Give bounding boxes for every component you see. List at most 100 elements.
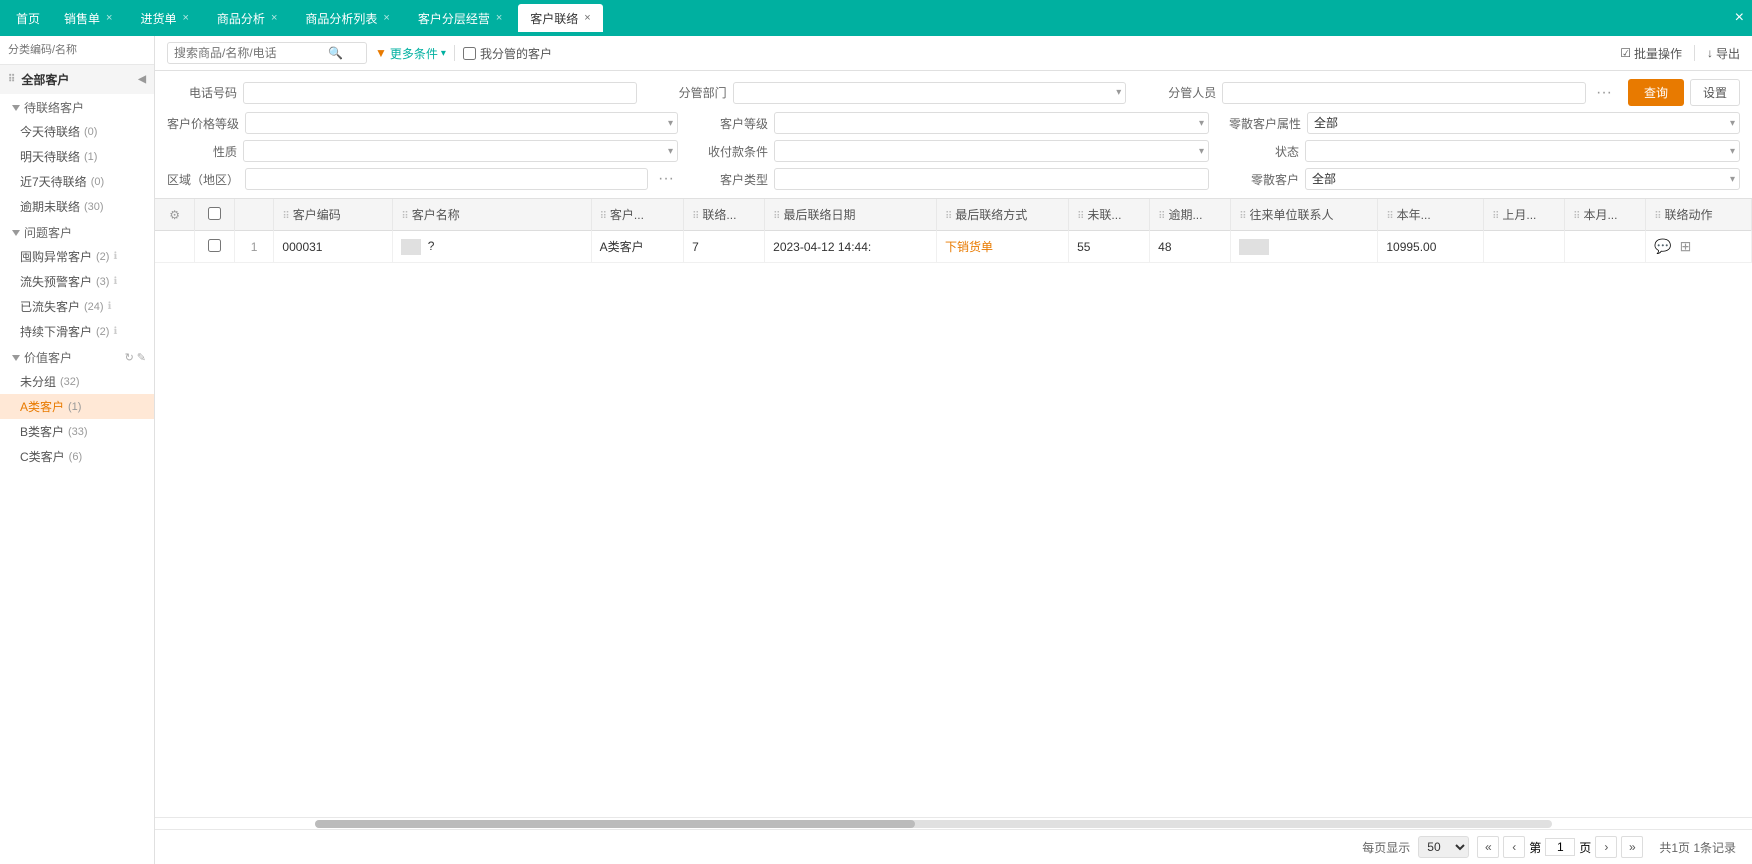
nav-tab-sales[interactable]: 销售单 × (52, 4, 124, 32)
nav-tab-customer-contact[interactable]: 客户联络 × (518, 4, 602, 32)
export-btn[interactable]: ↓ 导出 (1707, 45, 1740, 62)
col-contact-count[interactable]: ⠿联络... (684, 199, 765, 231)
filter-row-2: 客户价格等级 ▾ 客户等级 ▾ 零散客户属性 (167, 112, 1740, 134)
table-row: 1 000031 ? A类客户 7 2023-04-12 14:44: 下销货单 (155, 231, 1752, 263)
filter-nature: 性质 ▾ (167, 140, 678, 162)
row-last-method[interactable]: 下销货单 (936, 231, 1068, 263)
col-unit-contact[interactable]: ⠿往来单位联系人 (1231, 199, 1378, 231)
close-purchase-tab[interactable]: × (182, 12, 188, 24)
col-action[interactable]: ⠿联络动作 (1646, 199, 1752, 231)
customer-level-select[interactable] (774, 112, 1209, 134)
sparse-customer-select[interactable]: 全部 (1305, 168, 1740, 190)
my-customer-checkbox-label[interactable]: 我分管的客户 (463, 45, 552, 62)
col-last-month[interactable]: ⠿上月... (1484, 199, 1565, 231)
search-input[interactable] (174, 46, 324, 60)
nav-tab-product-list[interactable]: 商品分析列表 × (293, 4, 401, 32)
col-this-year[interactable]: ⠿本年... (1378, 199, 1484, 231)
problem-customer-group[interactable]: 问题客户 (0, 219, 154, 244)
sidebar-item-churn-warning[interactable]: 流失预警客户(3) ℹ (0, 269, 154, 294)
sidebar-item-overdue-contact[interactable]: 逾期未联络(30) (0, 194, 154, 219)
current-page-input[interactable] (1545, 838, 1575, 856)
sparse-attr-select[interactable]: 全部 (1307, 112, 1740, 134)
sidebar-item-today-contact[interactable]: 今天待联络(0) (0, 119, 154, 144)
next-page-btn[interactable]: › (1595, 836, 1617, 858)
filter-panel: 电话号码 分管部门 ▾ 分管人员 ··· (155, 71, 1752, 199)
col-code[interactable]: ⠿客户编码 (274, 199, 393, 231)
pending-contact-group[interactable]: 待联络客户 (0, 94, 154, 119)
batch-op-btn[interactable]: ☑ 批量操作 (1620, 45, 1682, 62)
chat-icon[interactable]: 💬 (1654, 238, 1671, 255)
more-filter-btn[interactable]: ▼ 更多条件 ▾ (375, 45, 446, 62)
col-type[interactable]: ⠿客户... (591, 199, 684, 231)
table-scroll[interactable]: ⚙ ⠿客户编码 ⠿客户名称 ⠿ (155, 199, 1752, 263)
price-level-select[interactable] (245, 112, 678, 134)
per-page-select[interactable]: 50 100 200 (1418, 836, 1469, 858)
sidebar-search-input[interactable] (8, 44, 150, 56)
col-no-contact[interactable]: ⠿未联... (1069, 199, 1150, 231)
row-last-month (1484, 231, 1565, 263)
status-select[interactable] (1305, 140, 1740, 162)
edit-icon[interactable]: ✎ (137, 351, 146, 364)
col-last-method[interactable]: ⠿最后联络方式 (936, 199, 1068, 231)
nav-tab-product-analysis[interactable]: 商品分析 × (205, 4, 289, 32)
nature-select[interactable] (243, 140, 678, 162)
nav-tab-purchase[interactable]: 进货单 × (128, 4, 200, 32)
sidebar-item-class-a[interactable]: A类客户(1) (0, 394, 154, 419)
all-customers-header[interactable]: ⠿ 全部客户 ◀ (0, 65, 154, 94)
close-customer-segment-tab[interactable]: × (496, 12, 502, 24)
phone-input[interactable] (243, 82, 637, 104)
row-checkbox[interactable] (208, 239, 221, 252)
col-overdue[interactable]: ⠿逾期... (1150, 199, 1231, 231)
person-input[interactable] (1222, 82, 1586, 104)
settings-button[interactable]: 设置 (1690, 79, 1740, 106)
dept-select[interactable] (733, 82, 1127, 104)
last-page-btn[interactable]: » (1621, 836, 1643, 858)
drag-icon: ⠿ (8, 74, 15, 85)
close-product-analysis-tab[interactable]: × (271, 12, 277, 24)
region-input[interactable] (245, 168, 648, 190)
person-more-btn[interactable]: ··· (1592, 84, 1616, 102)
sidebar-item-ungrouped[interactable]: 未分组(32) (0, 369, 154, 394)
last-method-link[interactable]: 下销货单 (945, 240, 993, 254)
refresh-icon[interactable]: ↻ (125, 351, 134, 364)
sidebar-item-stockpile-anomaly[interactable]: 囤购异常客户(2) ℹ (0, 244, 154, 269)
prev-page-btn[interactable]: ‹ (1503, 836, 1525, 858)
region-more-btn[interactable]: ··· (654, 170, 678, 188)
sidebar-item-7days-contact[interactable]: 近7天待联络(0) (0, 169, 154, 194)
search-icon[interactable]: 🔍 (328, 46, 343, 60)
search-box: 🔍 (167, 42, 367, 64)
payment-terms-label: 收付款条件 (698, 143, 768, 160)
first-page-btn[interactable]: « (1477, 836, 1499, 858)
dept-select-wrapper: ▾ (733, 82, 1127, 104)
select-all-checkbox[interactable] (208, 207, 221, 220)
col-settings[interactable]: ⚙ (155, 199, 195, 231)
row-number: 1 (234, 231, 274, 263)
hscroll-thumb[interactable] (315, 820, 915, 828)
customer-type-input[interactable] (774, 168, 1209, 190)
sidebar-item-churned[interactable]: 已流失客户(24) ℹ (0, 294, 154, 319)
col-name[interactable]: ⠿客户名称 (393, 199, 591, 231)
status-select-wrapper: ▾ (1305, 140, 1740, 162)
filter-payment-terms: 收付款条件 ▾ (698, 140, 1209, 162)
qr-icon[interactable]: ⊞ (1680, 238, 1692, 255)
payment-terms-select[interactable] (774, 140, 1209, 162)
hscroll-bar[interactable] (315, 820, 1552, 828)
main-layout: 🔍 ⠿ 全部客户 ◀ 待联络客户 今天待联络(0) 明天待联络(1) 近7天待联… (0, 36, 1752, 864)
sidebar-item-tomorrow-contact[interactable]: 明天待联络(1) (0, 144, 154, 169)
sidebar-item-class-b[interactable]: B类客户(33) (0, 419, 154, 444)
my-customer-checkbox[interactable] (463, 47, 476, 60)
close-customer-contact-tab[interactable]: × (584, 12, 590, 24)
sidebar-item-class-c[interactable]: C类客户(6) (0, 444, 154, 469)
sidebar-item-declining[interactable]: 持续下滑客户(2) ℹ (0, 319, 154, 344)
query-button[interactable]: 查询 (1628, 79, 1684, 106)
nav-tab-customer-segment[interactable]: 客户分层经营 × (406, 4, 514, 32)
home-tab[interactable]: 首页 (8, 10, 48, 27)
col-this-month[interactable]: ⠿本月... (1565, 199, 1646, 231)
toolbar: 🔍 ▼ 更多条件 ▾ 我分管的客户 ☑ 批量操作 ↓ 导出 (155, 36, 1752, 71)
close-product-list-tab[interactable]: × (383, 12, 389, 24)
collapse-all-icon[interactable]: ◀ (138, 74, 146, 85)
col-last-date[interactable]: ⠿最后联络日期 (765, 199, 937, 231)
close-sales-tab[interactable]: × (106, 12, 112, 24)
close-all-btn[interactable]: × (1735, 9, 1744, 27)
value-customer-group[interactable]: 价值客户 ↻ ✎ (0, 344, 154, 369)
